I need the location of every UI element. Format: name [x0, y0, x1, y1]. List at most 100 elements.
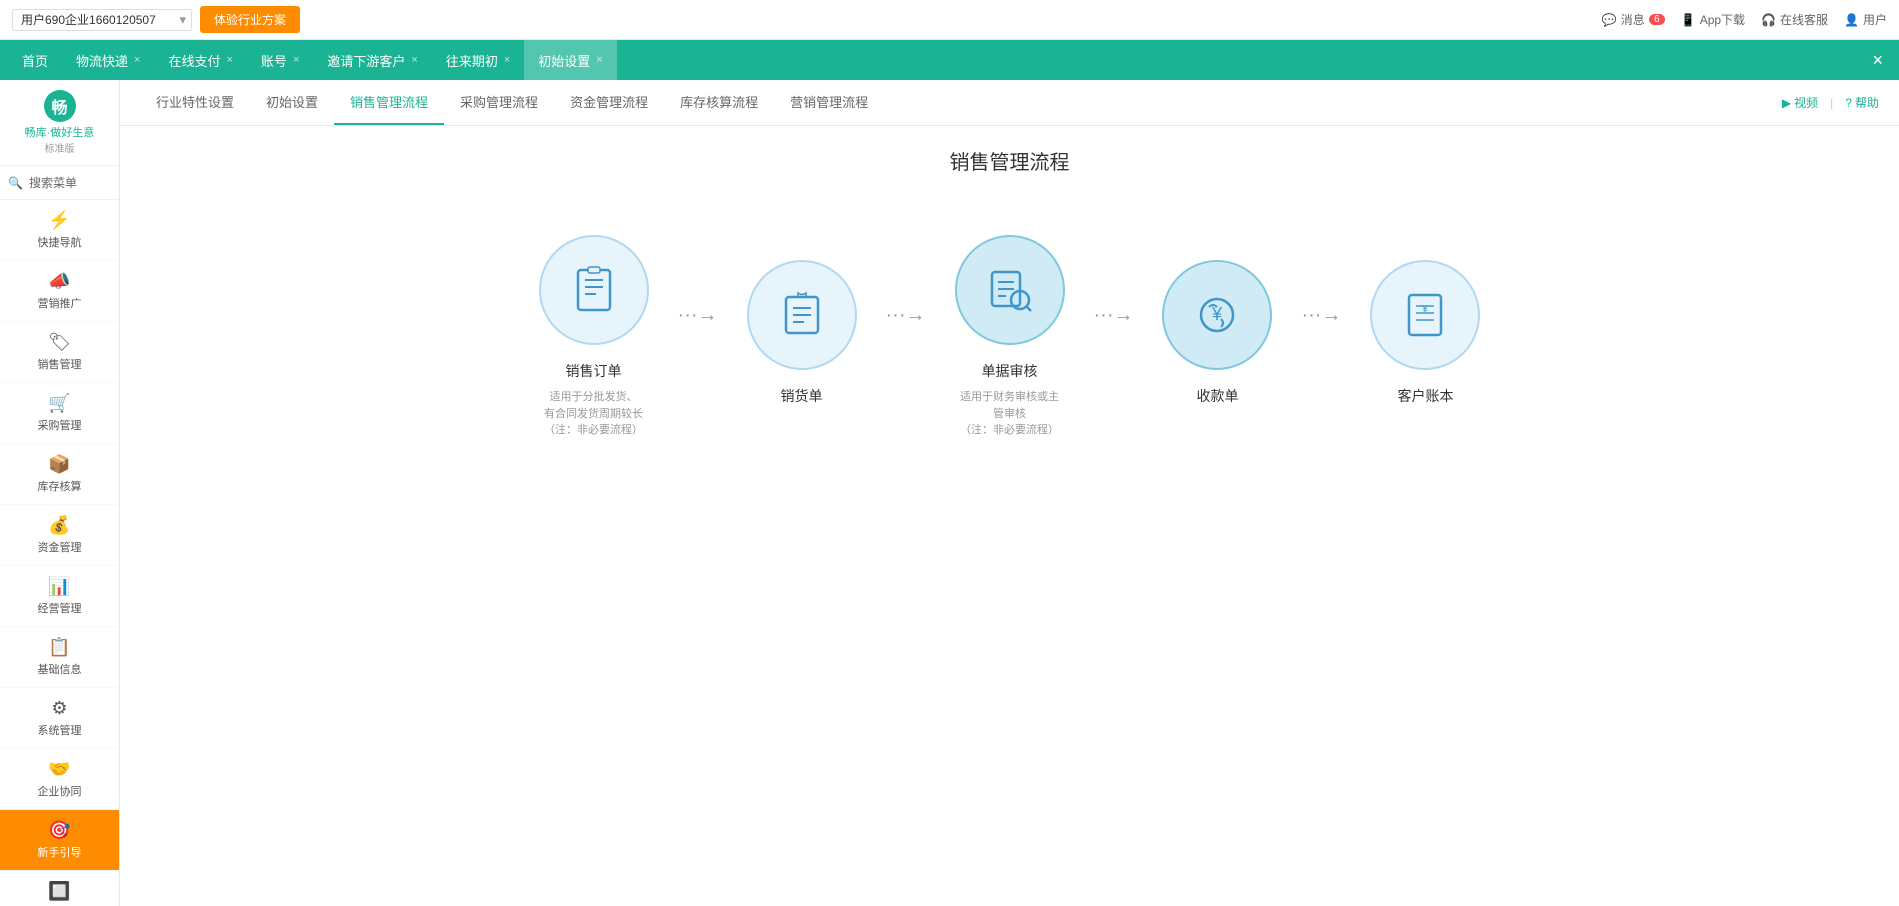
help-label: 帮助 — [1855, 94, 1879, 111]
page-title: 销售管理流程 — [160, 146, 1859, 175]
system-label: 系统管理 — [38, 722, 82, 738]
nav-tab-invite[interactable]: 邀请下游客户 × — [313, 40, 431, 80]
quicknav-icon: ⚡ — [48, 210, 70, 231]
sidebar-item-basic[interactable]: 📋 基础信息 — [0, 627, 119, 688]
nav-tab-period[interactable]: 往来期初 × — [432, 40, 524, 80]
video-label: 视频 — [1794, 94, 1818, 111]
nav-tab-invite-close[interactable]: × — [411, 54, 417, 66]
nav-tab-invite-label: 邀请下游客户 — [327, 51, 405, 70]
page-content: 销售管理流程 销售订单 适用于分批发货、有合同 — [120, 126, 1899, 906]
sidebar-item-operation[interactable]: 📊 经营管理 — [0, 566, 119, 627]
basic-icon: 📋 — [48, 637, 70, 658]
sidebar-item-inventory[interactable]: 📦 库存核算 — [0, 444, 119, 505]
content-area: 行业特性设置 初始设置 销售管理流程 采购管理流程 资金管理流程 库存核算流程 … — [120, 80, 1899, 906]
collab-icon: 🤝 — [48, 759, 70, 780]
inventory-label: 库存核算 — [38, 478, 82, 494]
search-icon: 🔍 — [8, 176, 23, 190]
nav-tab-period-close[interactable]: × — [504, 54, 510, 66]
online-service-item[interactable]: 🎧 在线客服 — [1761, 11, 1828, 28]
online-service-label: 在线客服 — [1780, 11, 1828, 28]
ledger-circle: ¥ — [1370, 260, 1480, 370]
collab-label: 企业协同 — [38, 783, 82, 799]
arrow-4: ···→ — [1301, 296, 1341, 377]
subtab-marketing-flow[interactable]: 营销管理流程 — [774, 80, 884, 125]
message-label: 消息 — [1621, 11, 1645, 28]
sales-order-name: 销售订单 — [566, 361, 622, 381]
operation-icon: 📊 — [48, 576, 70, 597]
sidebar-item-collab[interactable]: 🤝 企业协同 — [0, 749, 119, 810]
sidebar-item-quicknav[interactable]: ⚡ 快捷导航 — [0, 200, 119, 261]
sub-tabs-actions: ▶ 视频 | ? 帮助 — [1782, 94, 1879, 111]
trial-button[interactable]: 体验行业方案 — [200, 6, 300, 33]
logo-icon: 畅 — [44, 90, 76, 122]
flow-step-invoice[interactable]: 销货单 — [722, 260, 882, 414]
app-download-item[interactable]: 📱 App下载 — [1681, 11, 1745, 28]
flow-diagram: 销售订单 适用于分批发货、有合同发货周期较长（注：非必要流程） ···→ — [160, 235, 1859, 439]
nav-tab-payment-close[interactable]: × — [226, 54, 232, 66]
purchase-label: 采购管理 — [38, 417, 82, 433]
main-layout: 畅 畅库·做好生意 标准版 🔍 搜索菜单 ⚡ 快捷导航 📣 营销推广 🏷 销售管… — [0, 80, 1899, 906]
sales-order-desc: 适用于分批发货、有合同发货周期较长（注：非必要流程） — [544, 389, 643, 439]
subtab-purchase-flow[interactable]: 采购管理流程 — [444, 80, 554, 125]
sidebar-item-newguide[interactable]: 🎯 新手引导 — [0, 810, 119, 871]
user-name-label: 用户 — [1863, 11, 1887, 28]
nav-tab-account[interactable]: 账号 × — [247, 40, 313, 80]
sidebar-item-finance[interactable]: 💰 资金管理 — [0, 505, 119, 566]
top-bar-right: 💬 消息 6 📱 App下载 🎧 在线客服 👤 用户 — [1602, 11, 1887, 28]
sidebar-item-appcenter[interactable]: 🔲 应用中心 — [0, 871, 119, 906]
avatar-icon: 👤 — [1844, 13, 1859, 27]
newguide-label: 新手引导 — [38, 844, 82, 860]
message-icon: 💬 — [1602, 13, 1617, 27]
nav-close-all-button[interactable]: × — [1864, 50, 1891, 71]
subtab-init[interactable]: 初始设置 — [250, 80, 334, 125]
marketing-icon: 📣 — [48, 271, 70, 292]
help-link[interactable]: ? 帮助 — [1845, 94, 1879, 111]
flow-step-receipt[interactable]: ¥ 收款单 — [1137, 260, 1297, 414]
sidebar-item-purchase[interactable]: 🛒 采购管理 — [0, 383, 119, 444]
sales-order-circle — [539, 235, 649, 345]
nav-tab-account-close[interactable]: × — [293, 54, 299, 66]
review-circle — [955, 235, 1065, 345]
subtab-sales-flow[interactable]: 销售管理流程 — [334, 80, 444, 125]
sidebar-item-sales[interactable]: 🏷 销售管理 — [0, 322, 119, 383]
flow-step-review[interactable]: 单据审核 适用于财务审核或主管审核（注：非必要流程） — [930, 235, 1090, 439]
subtab-inventory-flow[interactable]: 库存核算流程 — [664, 80, 774, 125]
nav-tab-logistics[interactable]: 物流快递 × — [62, 40, 154, 80]
flow-step-ledger[interactable]: ¥ 客户账本 — [1345, 260, 1505, 414]
user-select[interactable]: 用户690企业1660120507 — [12, 9, 192, 31]
top-bar: 用户690企业1660120507 ▾ 体验行业方案 💬 消息 6 📱 App下… — [0, 0, 1899, 40]
message-icon-item[interactable]: 💬 消息 6 — [1602, 11, 1665, 28]
nav-tab-period-label: 往来期初 — [446, 51, 498, 70]
sidebar-item-marketing[interactable]: 📣 营销推广 — [0, 261, 119, 322]
sidebar-logo: 畅 畅库·做好生意 标准版 — [0, 80, 119, 166]
nav-tab-init[interactable]: 初始设置 × — [524, 40, 616, 80]
system-icon: ⚙ — [51, 698, 67, 719]
video-icon: ▶ — [1782, 96, 1791, 110]
nav-tab-home[interactable]: 首页 — [8, 40, 62, 80]
finance-label: 资金管理 — [38, 539, 82, 555]
nav-tab-logistics-close[interactable]: × — [134, 54, 140, 66]
nav-tab-payment-label: 在线支付 — [168, 51, 220, 70]
quicknav-label: 快捷导航 — [38, 234, 82, 250]
logo-sub: 标准版 — [45, 140, 75, 155]
subtab-industry[interactable]: 行业特性设置 — [140, 80, 250, 125]
invoice-name: 销货单 — [781, 386, 823, 406]
basic-label: 基础信息 — [38, 661, 82, 677]
ledger-name: 客户账本 — [1397, 386, 1453, 406]
nav-tab-payment[interactable]: 在线支付 × — [154, 40, 246, 80]
top-bar-left: 用户690企业1660120507 ▾ 体验行业方案 — [12, 6, 300, 33]
sidebar-search[interactable]: 🔍 搜索菜单 — [0, 166, 119, 200]
sidebar-item-system[interactable]: ⚙ 系统管理 — [0, 688, 119, 749]
user-avatar-item[interactable]: 👤 用户 — [1844, 11, 1887, 28]
nav-tab-init-label: 初始设置 — [538, 51, 590, 70]
newguide-icon: 🎯 — [48, 820, 70, 841]
user-selector-wrapper[interactable]: 用户690企业1660120507 ▾ — [12, 9, 192, 31]
video-link[interactable]: ▶ 视频 — [1782, 94, 1818, 111]
app-download-label: App下载 — [1700, 11, 1745, 28]
review-name: 单据审核 — [982, 361, 1038, 381]
nav-tab-init-close[interactable]: × — [596, 54, 602, 66]
review-desc: 适用于财务审核或主管审核（注：非必要流程） — [960, 389, 1059, 439]
subtab-finance-flow[interactable]: 资金管理流程 — [554, 80, 664, 125]
headset-icon: 🎧 — [1761, 13, 1776, 27]
flow-step-sales-order[interactable]: 销售订单 适用于分批发货、有合同发货周期较长（注：非必要流程） — [514, 235, 674, 439]
